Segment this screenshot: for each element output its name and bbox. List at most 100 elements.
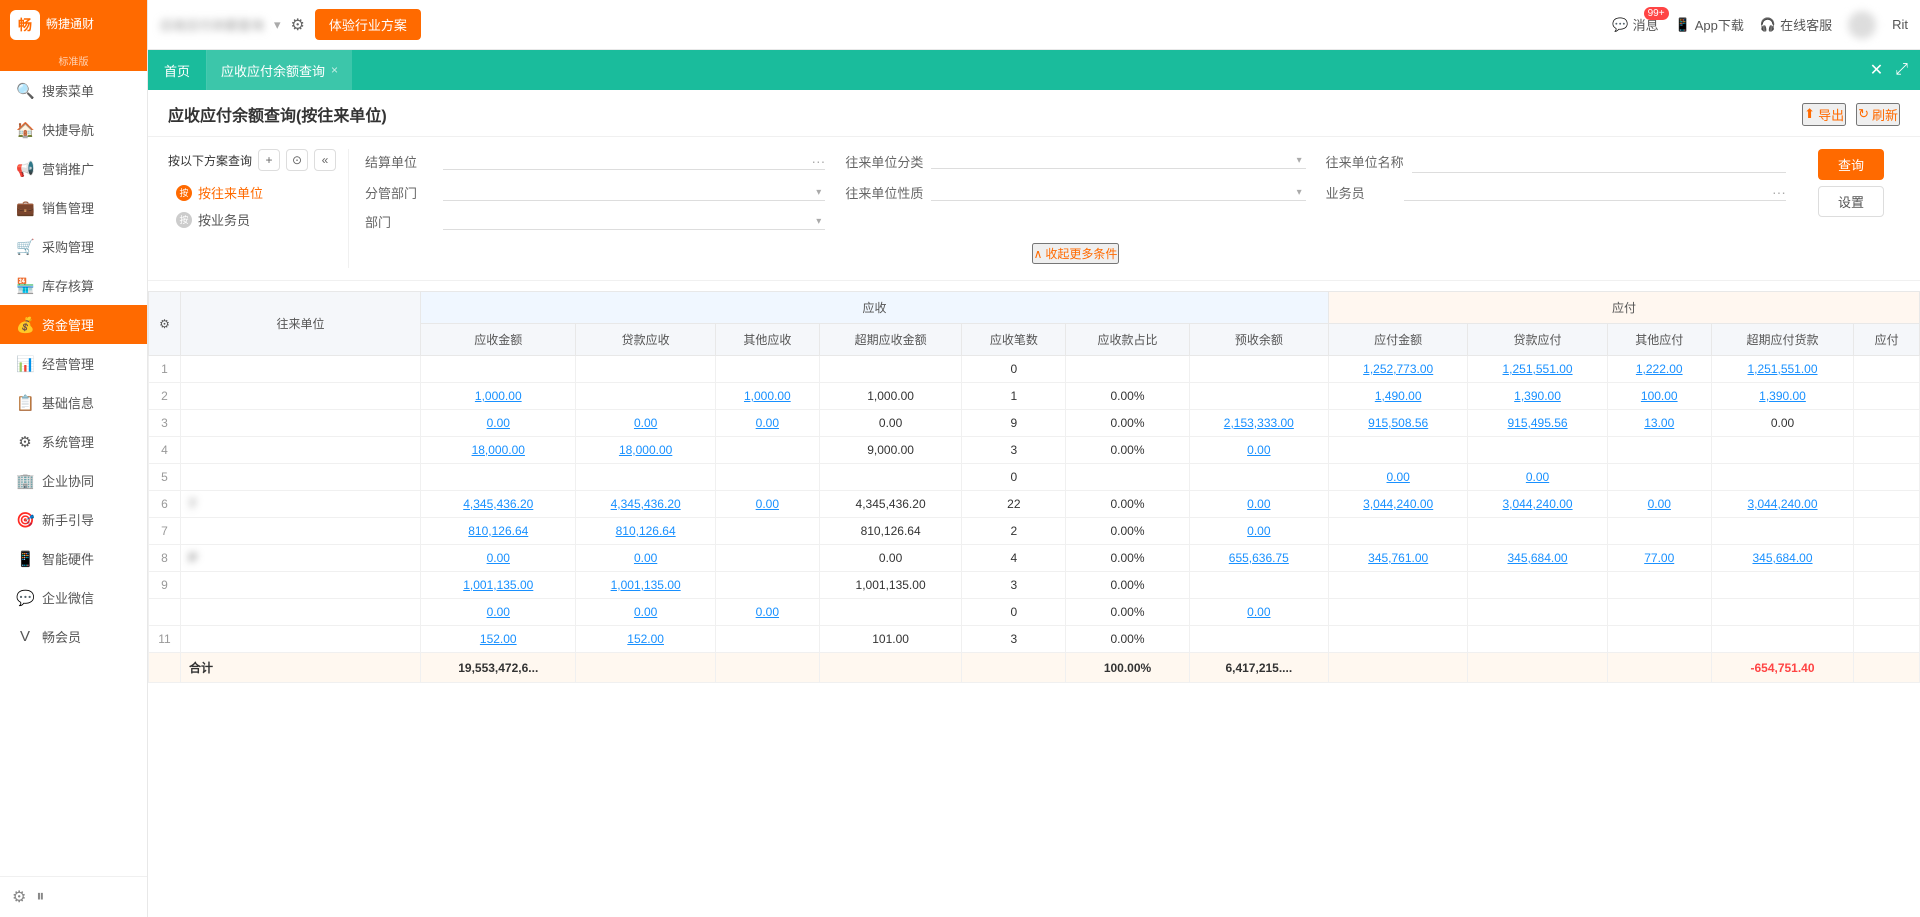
- plan-settings-button[interactable]: ⊙: [286, 149, 308, 171]
- sidebar-item-system[interactable]: ⚙ 系统管理: [0, 422, 147, 461]
- header-gear-icon[interactable]: ⚙: [291, 15, 305, 35]
- recv-amount[interactable]: 18,000.00: [421, 437, 576, 464]
- recv-loan[interactable]: 1,001,135.00: [576, 572, 715, 599]
- sidebar-collapse-icon[interactable]: ⏸: [36, 888, 44, 906]
- plan-by-salesperson[interactable]: 按 按业务员: [168, 206, 336, 233]
- tab-close-window-icon[interactable]: ✕: [1866, 56, 1887, 84]
- recv-prepay[interactable]: 2,153,333.00: [1189, 410, 1328, 437]
- solution-button[interactable]: 体验行业方案: [315, 9, 421, 40]
- pay-amount[interactable]: 345,761.00: [1329, 545, 1468, 572]
- pay-other[interactable]: 77.00: [1607, 545, 1711, 572]
- sidebar-item-smart-hw[interactable]: 📱 智能硬件: [0, 539, 147, 578]
- sidebar-item-enterprise[interactable]: 🏢 企业协同: [0, 461, 147, 500]
- pay-loan[interactable]: 0.00: [1468, 464, 1607, 491]
- recv-loan[interactable]: 4,345,436.20: [576, 491, 715, 518]
- dept-field[interactable]: [443, 214, 812, 229]
- query-button[interactable]: 查询: [1818, 149, 1884, 180]
- app-download[interactable]: 📱 App下载: [1675, 15, 1744, 34]
- salesperson-dots-icon[interactable]: ···: [1772, 184, 1786, 200]
- settlement-unit-input[interactable]: ···: [443, 153, 825, 170]
- sidebar-item-operations[interactable]: 📊 经营管理: [0, 344, 147, 383]
- recv-prepay[interactable]: 0.00: [1189, 437, 1328, 464]
- recv-prepay[interactable]: 655,636.75: [1189, 545, 1328, 572]
- partner-category-field[interactable]: [931, 153, 1292, 168]
- pay-amount[interactable]: 1,490.00: [1329, 383, 1468, 410]
- pay-other[interactable]: 1,222.00: [1607, 356, 1711, 383]
- pay-amount[interactable]: 915,508.56: [1329, 410, 1468, 437]
- export-button[interactable]: ⬆ 导出: [1802, 103, 1846, 126]
- recv-loan[interactable]: 152.00: [576, 626, 715, 653]
- recv-prepay[interactable]: 0.00: [1189, 599, 1328, 626]
- salesperson-field[interactable]: [1404, 185, 1772, 200]
- recv-loan[interactable]: 0.00: [576, 410, 715, 437]
- sidebar-item-beginner[interactable]: 🎯 新手引导: [0, 500, 147, 539]
- recv-amount[interactable]: 152.00: [421, 626, 576, 653]
- recv-loan[interactable]: 0.00: [576, 599, 715, 626]
- table-settings-header[interactable]: ⚙: [149, 292, 181, 356]
- recv-other[interactable]: 0.00: [715, 410, 819, 437]
- user-avatar-area[interactable]: [1848, 11, 1876, 39]
- dept-manager-input[interactable]: ▾: [443, 185, 825, 201]
- sidebar-item-quick-nav[interactable]: 🏠 快捷导航: [0, 110, 147, 149]
- pay-other[interactable]: 100.00: [1607, 383, 1711, 410]
- sidebar-item-purchase[interactable]: 🛒 采购管理: [0, 227, 147, 266]
- sidebar-item-finance[interactable]: 💰 资金管理: [0, 305, 147, 344]
- add-plan-button[interactable]: +: [258, 149, 280, 171]
- dept-input[interactable]: ▾: [443, 214, 825, 230]
- sidebar-item-marketing[interactable]: 📢 营销推广: [0, 149, 147, 188]
- refresh-button[interactable]: ↻ 刷新: [1856, 103, 1900, 126]
- partner-nature-chevron-icon[interactable]: ▾: [1293, 187, 1306, 198]
- pay-other[interactable]: 0.00: [1607, 491, 1711, 518]
- sidebar-settings-icon[interactable]: ⚙: [12, 887, 26, 907]
- partner-name-field[interactable]: [1412, 149, 1786, 173]
- recv-prepay[interactable]: 0.00: [1189, 518, 1328, 545]
- online-service[interactable]: 🎧 在线客服: [1760, 15, 1832, 34]
- pay-loan[interactable]: 345,684.00: [1468, 545, 1607, 572]
- pay-overdue[interactable]: 1,251,551.00: [1711, 356, 1853, 383]
- recv-amount[interactable]: 0.00: [421, 599, 576, 626]
- partner-category-input[interactable]: ▾: [931, 153, 1305, 169]
- pay-loan[interactable]: 1,251,551.00: [1468, 356, 1607, 383]
- tab-expand-icon[interactable]: ⤢: [1891, 57, 1912, 83]
- sidebar-item-member[interactable]: V 畅会员: [0, 617, 147, 656]
- pay-loan[interactable]: 915,495.56: [1468, 410, 1607, 437]
- sidebar-item-search[interactable]: 🔍 搜索菜单: [0, 71, 147, 110]
- partner-nature-field[interactable]: [931, 185, 1292, 200]
- collapse-button[interactable]: ∧ 收起更多条件: [1032, 243, 1120, 264]
- recv-other[interactable]: 0.00: [715, 491, 819, 518]
- recv-amount[interactable]: 1,000.00: [421, 383, 576, 410]
- pay-overdue[interactable]: 3,044,240.00: [1711, 491, 1853, 518]
- recv-prepay[interactable]: 0.00: [1189, 491, 1328, 518]
- setting-button[interactable]: 设置: [1818, 186, 1884, 217]
- dept-manager-chevron-icon[interactable]: ▾: [812, 187, 825, 198]
- recv-loan[interactable]: 0.00: [576, 545, 715, 572]
- sidebar-item-inventory[interactable]: 🏪 库存核算: [0, 266, 147, 305]
- pay-amount[interactable]: 1,252,773.00: [1329, 356, 1468, 383]
- dept-manager-field[interactable]: [443, 185, 812, 200]
- sidebar-item-sales[interactable]: 💼 销售管理: [0, 188, 147, 227]
- notice-badge[interactable]: 💬 消息 99+: [1612, 15, 1658, 34]
- pay-overdue[interactable]: 1,390.00: [1711, 383, 1853, 410]
- recv-amount[interactable]: 0.00: [421, 410, 576, 437]
- recv-other[interactable]: 0.00: [715, 599, 819, 626]
- sidebar-item-wechat[interactable]: 💬 企业微信: [0, 578, 147, 617]
- recv-amount[interactable]: 1,001,135.00: [421, 572, 576, 599]
- tab-receivable-query[interactable]: 应收应付余额查询 ×: [207, 50, 352, 90]
- settlement-unit-dots-icon[interactable]: ···: [811, 153, 825, 169]
- settlement-unit-field[interactable]: [443, 153, 811, 168]
- pay-overdue[interactable]: 345,684.00: [1711, 545, 1853, 572]
- pay-loan[interactable]: 3,044,240.00: [1468, 491, 1607, 518]
- tab-home[interactable]: 首页: [148, 50, 207, 90]
- pay-loan[interactable]: 1,390.00: [1468, 383, 1607, 410]
- recv-amount[interactable]: 4,345,436.20: [421, 491, 576, 518]
- sidebar-item-base-info[interactable]: 📋 基础信息: [0, 383, 147, 422]
- recv-amount[interactable]: 0.00: [421, 545, 576, 572]
- tab-close-icon[interactable]: ×: [331, 63, 338, 77]
- pay-amount[interactable]: 3,044,240.00: [1329, 491, 1468, 518]
- recv-other[interactable]: 1,000.00: [715, 383, 819, 410]
- pay-other[interactable]: 13.00: [1607, 410, 1711, 437]
- partner-category-chevron-icon[interactable]: ▾: [1293, 155, 1306, 166]
- pay-amount[interactable]: 0.00: [1329, 464, 1468, 491]
- dept-chevron-icon[interactable]: ▾: [812, 216, 825, 227]
- recv-loan[interactable]: 18,000.00: [576, 437, 715, 464]
